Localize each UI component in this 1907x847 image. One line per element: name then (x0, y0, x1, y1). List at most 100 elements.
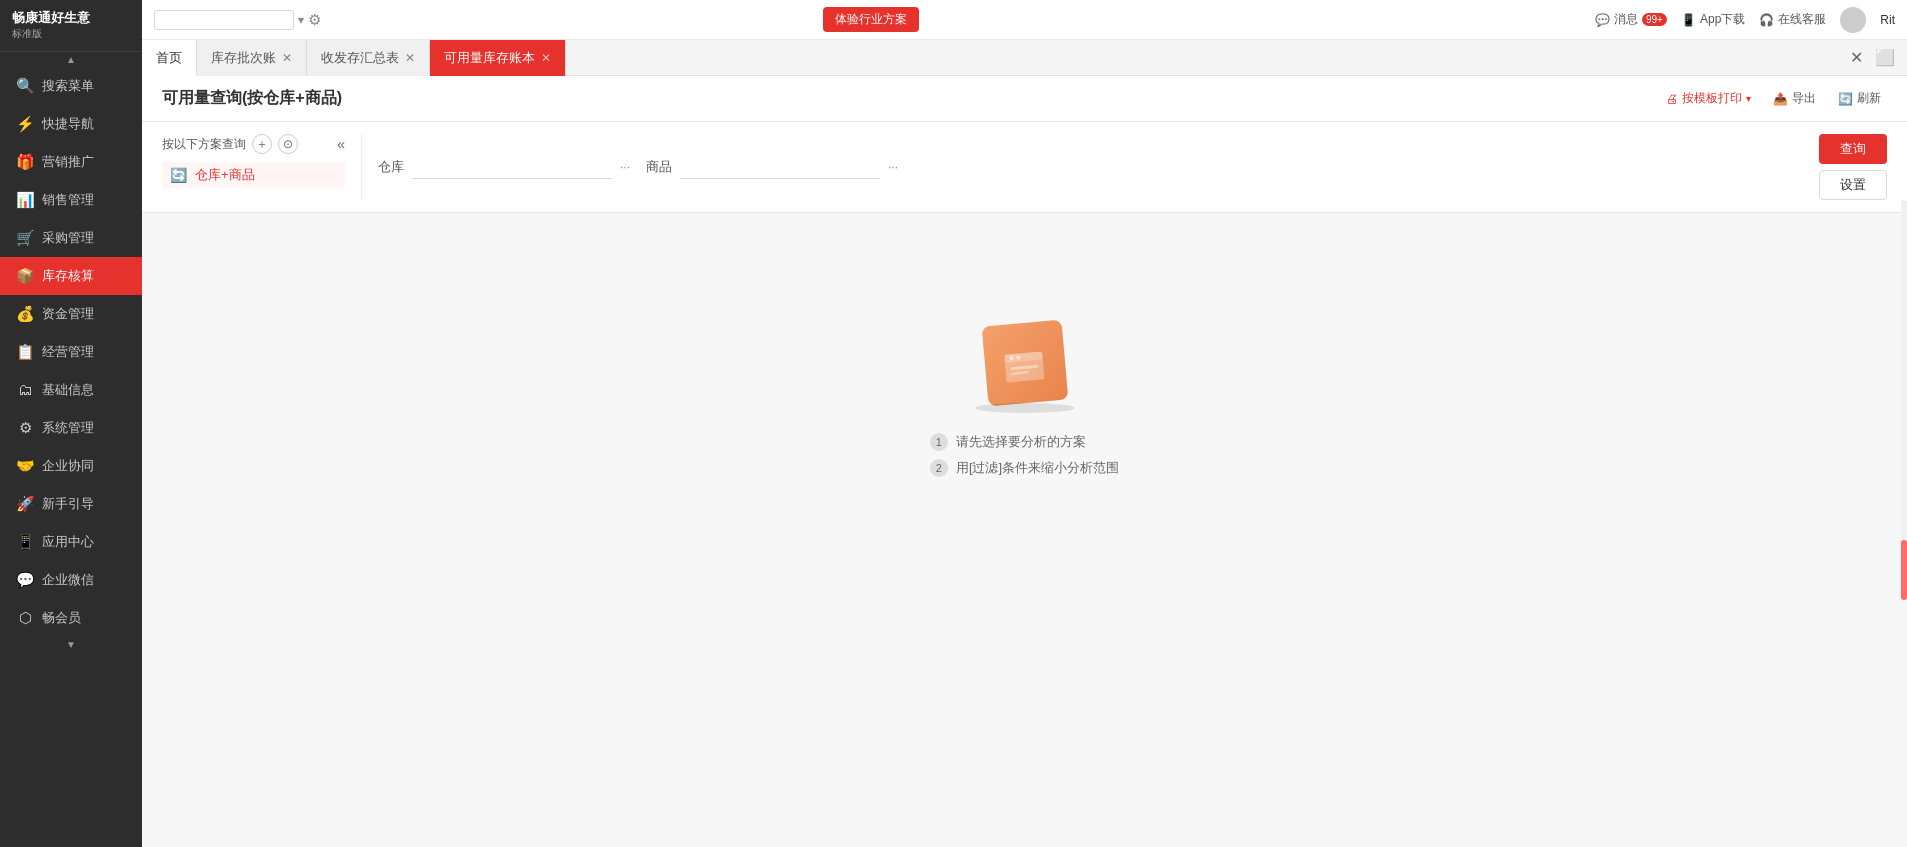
scroll-down-btn[interactable]: ▼ (0, 637, 142, 652)
sidebar-item-label: 快捷导航 (42, 115, 94, 133)
refresh-btn[interactable]: 🔄 刷新 (1832, 86, 1887, 111)
diamond-icon: ⬡ (16, 609, 34, 627)
sidebar-item-label: 搜索菜单 (42, 77, 94, 95)
sidebar-item-label: 企业微信 (42, 571, 94, 589)
message-badge: 99+ (1642, 13, 1667, 26)
sidebar-item-wechat[interactable]: 💬 企业微信 (0, 561, 142, 599)
tab-home-label: 首页 (156, 49, 182, 67)
tab-available-ledger[interactable]: 可用量库存账本 ✕ (430, 40, 566, 76)
filter-scheme-settings-btn[interactable]: ⊙ (278, 134, 298, 154)
template-print-btn[interactable]: 🖨 按模板打印 ▾ (1660, 86, 1757, 111)
dropdown-icon[interactable]: ▾ (298, 13, 304, 27)
tip-text-1: 请先选择要分析的方案 (956, 433, 1086, 451)
page-header-actions: 🖨 按模板打印 ▾ 📤 导出 🔄 刷新 (1660, 86, 1887, 111)
export-icon: 📤 (1773, 92, 1788, 106)
query-btn[interactable]: 查询 (1819, 134, 1887, 164)
gear-settings-icon[interactable]: ⚙ (308, 11, 321, 29)
empty-illustration (965, 293, 1085, 413)
tip-item-2: 2 用[过滤]条件来缩小分析范围 (930, 459, 1119, 477)
sidebar-item-system[interactable]: ⚙ 系统管理 (0, 409, 142, 447)
filter-schemes: 按以下方案查询 ＋ ⊙ « 🔄 仓库+商品 (162, 134, 362, 200)
scrollbar-thumb[interactable] (1901, 540, 1907, 600)
trial-button[interactable]: 体验行业方案 (823, 7, 919, 32)
sidebar-item-basic[interactable]: 🗂 基础信息 (0, 371, 142, 409)
settings-btn[interactable]: 设置 (1819, 170, 1887, 200)
maximize-btn[interactable]: ⬜ (1871, 48, 1899, 67)
tab-receipt-summary[interactable]: 收发存汇总表 ✕ (307, 40, 430, 76)
avatar[interactable] (1840, 7, 1866, 33)
sidebar-item-marketing[interactable]: 🎁 营销推广 (0, 143, 142, 181)
headset-icon: 🎧 (1759, 13, 1774, 27)
tab-batch-account[interactable]: 库存批次账 ✕ (197, 40, 307, 76)
sidebar-item-enterprise[interactable]: 🤝 企业协同 (0, 447, 142, 485)
sidebar-item-newbie[interactable]: 🚀 新手引导 (0, 485, 142, 523)
refresh-icon: 🔄 (1838, 92, 1853, 106)
tab-receipt-label: 收发存汇总表 (321, 49, 399, 67)
message-btn[interactable]: 💬 消息 99+ (1595, 11, 1667, 28)
tab-available-label: 可用量库存账本 (444, 49, 535, 67)
template-print-label: 按模板打印 (1682, 90, 1742, 107)
export-label: 导出 (1792, 90, 1816, 107)
tab-home[interactable]: 首页 (142, 40, 197, 76)
folder-icon: 🗂 (16, 381, 34, 398)
online-service-btn[interactable]: 🎧 在线客服 (1759, 11, 1826, 28)
sidebar-item-inventory[interactable]: 📦 库存核算 (0, 257, 142, 295)
sidebar-item-label: 基础信息 (42, 381, 94, 399)
sidebar-item-label: 应用中心 (42, 533, 94, 551)
chart-icon: 📊 (16, 191, 34, 209)
top-right-actions: 💬 消息 99+ 📱 App下载 🎧 在线客服 Rit (1595, 7, 1895, 33)
sidebar-item-label: 库存核算 (42, 267, 94, 285)
sidebar-item-appstore[interactable]: 📱 应用中心 (0, 523, 142, 561)
app-download-btn[interactable]: 📱 App下载 (1681, 11, 1745, 28)
breadcrumb-input[interactable] (154, 10, 294, 30)
clipboard-icon: 📋 (16, 343, 34, 361)
chat-icon: 💬 (16, 571, 34, 589)
empty-tips: 1 请先选择要分析的方案 2 用[过滤]条件来缩小分析范围 (930, 433, 1119, 477)
gift-icon: 🎁 (16, 153, 34, 171)
export-btn[interactable]: 📤 导出 (1767, 86, 1822, 111)
warehouse-input[interactable] (412, 155, 612, 179)
product-more-btn[interactable]: ··· (888, 160, 898, 174)
filter-title: 按以下方案查询 ＋ ⊙ « (162, 134, 345, 154)
collapse-btn[interactable]: « (337, 136, 345, 152)
warehouse-field: 仓库 ··· (378, 155, 630, 179)
scheme-warehouse-product[interactable]: 🔄 仓库+商品 (162, 162, 345, 188)
close-window-btn[interactable]: ✕ (1846, 48, 1867, 67)
handshake-icon: 🤝 (16, 457, 34, 475)
filter-title-text: 按以下方案查询 (162, 136, 246, 153)
filter-action-buttons: 查询 设置 (1819, 134, 1887, 200)
filter-add-btn[interactable]: ＋ (252, 134, 272, 154)
money-icon: 💰 (16, 305, 34, 323)
box-icon: 📦 (16, 267, 34, 285)
tab-receipt-close[interactable]: ✕ (405, 51, 415, 65)
tab-available-close[interactable]: ✕ (541, 51, 551, 65)
printer-icon: 🖨 (1666, 92, 1678, 106)
sidebar-item-operation[interactable]: 📋 经营管理 (0, 333, 142, 371)
tip-item-1: 1 请先选择要分析的方案 (930, 433, 1119, 451)
phone-icon: 📱 (16, 533, 34, 551)
empty-shadow (975, 403, 1075, 413)
product-field: 商品 ··· (646, 155, 898, 179)
sidebar-item-label: 资金管理 (42, 305, 94, 323)
flash-icon: ⚡ (16, 115, 34, 133)
scroll-up-btn[interactable]: ▲ (0, 52, 142, 67)
version-label: 标准版 (12, 27, 130, 41)
warehouse-more-btn[interactable]: ··· (620, 160, 630, 174)
top-header: ▾ ⚙ 体验行业方案 💬 消息 99+ 📱 App下载 🎧 在线客服 Rit (142, 0, 1907, 40)
sidebar-item-member[interactable]: ⬡ 畅会员 (0, 599, 142, 637)
scrollbar-side[interactable] (1901, 200, 1907, 600)
sidebar-item-search[interactable]: 🔍 搜索菜单 (0, 67, 142, 105)
product-input[interactable] (680, 155, 880, 179)
sidebar-item-shortcut[interactable]: ⚡ 快捷导航 (0, 105, 142, 143)
sidebar-item-label: 系统管理 (42, 419, 94, 437)
dropdown-arrow-icon: ▾ (1746, 93, 1751, 104)
tip-num-1: 1 (930, 433, 948, 451)
online-service-label: 在线客服 (1778, 11, 1826, 28)
sidebar-item-finance[interactable]: 💰 资金管理 (0, 295, 142, 333)
tab-batch-close[interactable]: ✕ (282, 51, 292, 65)
sidebar-item-sales[interactable]: 📊 销售管理 (0, 181, 142, 219)
empty-state: 1 请先选择要分析的方案 2 用[过滤]条件来缩小分析范围 (142, 213, 1907, 557)
product-label: 商品 (646, 158, 672, 176)
sidebar-item-purchase[interactable]: 🛒 采购管理 (0, 219, 142, 257)
sidebar-item-label: 采购管理 (42, 229, 94, 247)
